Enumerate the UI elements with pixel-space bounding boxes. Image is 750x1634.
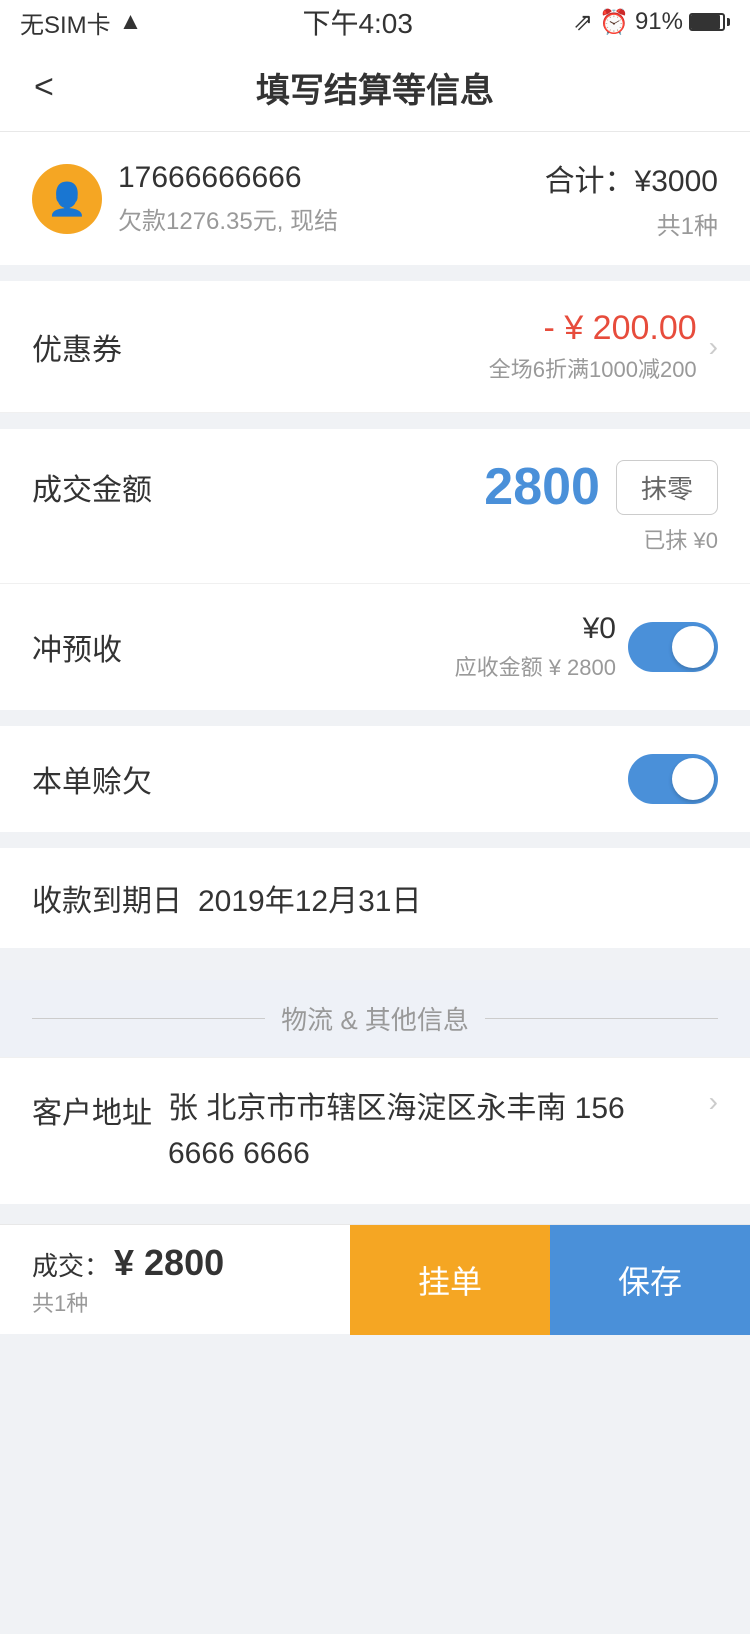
summary-count: 共1种 — [32, 1286, 318, 1318]
debt-toggle[interactable] — [628, 754, 718, 804]
save-button[interactable]: 保存 — [550, 1225, 750, 1335]
prepay-sub: 应收金额 ¥ 2800 — [455, 650, 616, 682]
customer-row: 👤 17666666666 欠款1276.35元, 现结 合计：¥3000 共1… — [0, 132, 750, 265]
battery-label: 91% — [635, 8, 683, 36]
separator-2 — [0, 710, 750, 726]
separator-1 — [0, 413, 750, 429]
status-left: 无SIM卡 ▲ — [20, 5, 142, 40]
status-right: ⇗ ⏰ 91% — [573, 8, 730, 37]
transaction-right: 2800 抹零 — [484, 457, 718, 517]
transaction-sub: 已抹 ¥0 — [32, 523, 718, 555]
customer-info: 17666666666 欠款1276.35元, 现结 — [118, 161, 338, 236]
time-display: 下午4:03 — [302, 2, 413, 42]
customer-debt: 欠款1276.35元, 现结 — [118, 201, 338, 236]
duedate-label: 收款到期日 — [32, 876, 182, 920]
nav-bar: < 填写结算等信息 — [0, 44, 750, 132]
coupon-right: - ¥ 200.00 全场6折满1000减200 › — [489, 309, 718, 384]
prepay-toggle[interactable] — [628, 622, 718, 672]
round-button[interactable]: 抹零 — [616, 460, 718, 515]
debt-label: 本单赊欠 — [32, 757, 152, 801]
customer-left: 👤 17666666666 欠款1276.35元, 现结 — [32, 161, 338, 236]
coupon-row[interactable]: 优惠券 - ¥ 200.00 全场6折满1000减200 › — [0, 281, 750, 413]
total-amount: 合计：¥3000 — [545, 156, 718, 200]
coupon-label: 优惠券 — [32, 325, 122, 369]
prepay-amount-col: ¥0 应收金额 ¥ 2800 — [455, 612, 616, 682]
customer-phone: 17666666666 — [118, 161, 338, 195]
chevron-right-icon: › — [709, 331, 718, 363]
coupon-description: 全场6折满1000减200 — [489, 352, 697, 384]
duedate-value: 2019年12月31日 — [198, 876, 421, 920]
bottom-summary: 成交： ¥ 2800 共1种 — [0, 1242, 350, 1318]
address-chevron-icon: › — [709, 1086, 718, 1118]
status-bar: 无SIM卡 ▲ 下午4:03 ⇗ ⏰ 91% — [0, 0, 750, 44]
prepay-section: 冲预收 ¥0 应收金额 ¥ 2800 — [0, 584, 750, 710]
logistics-label: 物流 & 其他信息 — [281, 1000, 469, 1037]
address-label: 客户地址 — [32, 1088, 152, 1132]
debt-section: 本单赊欠 — [0, 726, 750, 832]
logistics-line-right — [485, 1018, 718, 1019]
avatar: 👤 — [32, 164, 102, 234]
back-button[interactable]: < — [24, 58, 64, 117]
page-title: 填写结算等信息 — [256, 63, 494, 112]
prepay-right: ¥0 应收金额 ¥ 2800 — [455, 612, 718, 682]
hold-button[interactable]: 挂单 — [350, 1225, 550, 1335]
back-icon: < — [34, 68, 54, 106]
transaction-row: 成交金额 2800 抹零 — [32, 457, 718, 517]
transaction-label: 成交金额 — [32, 465, 152, 509]
address-section[interactable]: 客户地址 张 北京市市辖区海淀区永丰南 156 6666 6666 › — [0, 1057, 750, 1204]
summary-amount: ¥ 2800 — [114, 1242, 224, 1284]
address-value: 张 北京市市辖区海淀区永丰南 156 6666 6666 — [168, 1086, 693, 1176]
total-count: 共1种 — [545, 206, 718, 241]
alarm-icon: ⏰ — [599, 8, 629, 37]
discount-amount: - ¥ 200.00 — [489, 309, 697, 348]
duedate-section: 收款到期日 2019年12月31日 — [0, 848, 750, 948]
carrier-label: 无SIM卡 — [20, 5, 111, 40]
avatar-icon: 👤 — [47, 180, 87, 218]
battery-icon — [689, 13, 730, 31]
customer-right: 合计：¥3000 共1种 — [545, 156, 718, 241]
bottom-bar: 成交： ¥ 2800 共1种 挂单 保存 — [0, 1224, 750, 1334]
wifi-icon: ▲ — [119, 8, 143, 36]
coupon-info: - ¥ 200.00 全场6折满1000减200 — [489, 309, 697, 384]
logistics-line-left — [32, 1018, 265, 1019]
main-content: 👤 17666666666 欠款1276.35元, 现结 合计：¥3000 共1… — [0, 132, 750, 1634]
prepay-row: 冲预收 ¥0 应收金额 ¥ 2800 — [32, 612, 718, 682]
transaction-section: 成交金额 2800 抹零 已抹 ¥0 — [0, 429, 750, 584]
prepay-label: 冲预收 — [32, 625, 122, 669]
logistics-header: 物流 & 其他信息 — [0, 980, 750, 1057]
transaction-amount: 2800 — [484, 457, 600, 517]
bottom-summary-row: 成交： ¥ 2800 — [32, 1242, 318, 1284]
summary-title: 成交： — [32, 1246, 110, 1283]
prepay-amount: ¥0 — [455, 612, 616, 646]
location-icon: ⇗ — [573, 8, 593, 37]
separator-3 — [0, 964, 750, 980]
